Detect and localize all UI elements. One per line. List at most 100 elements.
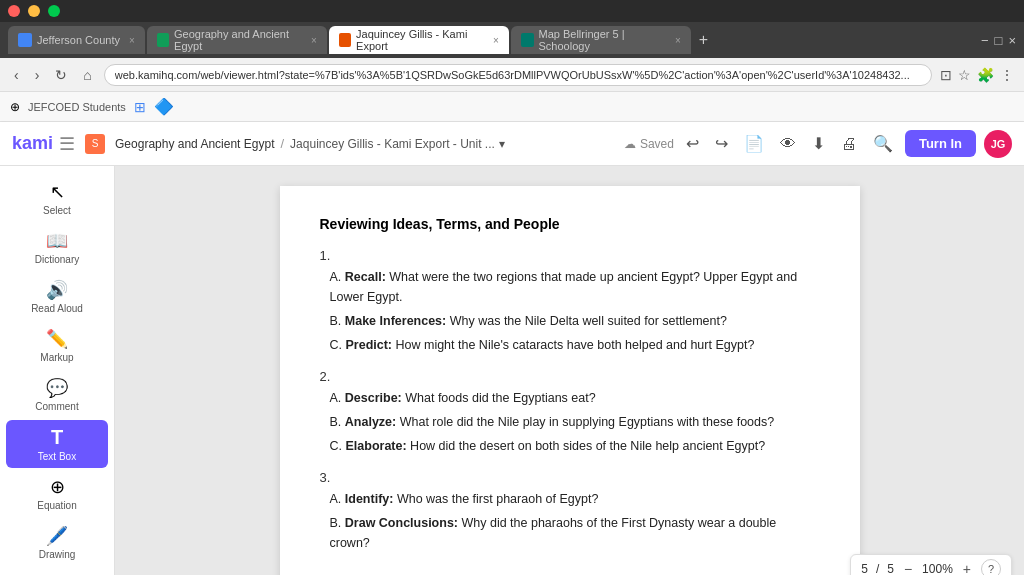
search-icon-btn[interactable]: 🔍 — [869, 130, 897, 157]
kami-logo: kami ☰ — [12, 133, 75, 155]
tab-geography[interactable]: Geography and Ancient Egypt × — [147, 26, 327, 54]
cloud-icon: ☁ — [624, 137, 636, 151]
url-bar[interactable]: web.kamihq.com/web/viewer.html?state=%7B… — [104, 64, 932, 86]
avatar: JG — [984, 130, 1012, 158]
document-icon-btn[interactable]: 📄 — [740, 130, 768, 157]
tab-bar: Jefferson County × Geography and Ancient… — [0, 22, 1024, 58]
jefcoed-label: JEFCOED Students — [28, 101, 126, 113]
select-icon: ↖ — [50, 181, 65, 203]
sidebar-item-drawing-label: Drawing — [39, 549, 76, 560]
sidebar-item-comment[interactable]: 💬 Comment — [6, 371, 108, 418]
tab-close-geography[interactable]: × — [311, 35, 317, 46]
sidebar-item-markup[interactable]: ✏️ Markup — [6, 322, 108, 369]
dictionary-icon: 📖 — [46, 230, 68, 252]
view-icon-btn[interactable]: 👁 — [776, 131, 800, 157]
page-total: 5 — [887, 562, 894, 575]
question-line-1c: C. Predict: How might the Nile's catarac… — [320, 335, 820, 355]
sidebar-item-select-label: Select — [43, 205, 71, 216]
kami-shortcut-icon[interactable]: 🔷 — [154, 97, 174, 116]
sidebar-item-read-aloud-label: Read Aloud — [31, 303, 83, 314]
read-aloud-icon: 🔊 — [46, 279, 68, 301]
download-icon-btn[interactable]: ⬇ — [808, 130, 829, 157]
doc-separator: / — [280, 136, 284, 151]
sidebar-item-equation[interactable]: ⊕ Equation — [6, 470, 108, 517]
question-line-2a: A. Describe: What foods did the Egyptian… — [320, 388, 820, 408]
tab-kami-export[interactable]: Jaquincey Gillis - Kami Export × — [329, 26, 509, 54]
restore-icon[interactable]: □ — [995, 33, 1003, 48]
minimize-button[interactable] — [28, 5, 40, 17]
tab-favicon-geography — [157, 33, 169, 47]
tab-label-geography: Geography and Ancient Egypt — [174, 28, 302, 52]
q3b-prefix: B. — [330, 516, 345, 530]
content-area: Reviewing Ideas, Terms, and People 1. A.… — [115, 166, 1024, 575]
print-icon-btn[interactable]: 🖨 — [837, 131, 861, 157]
q1a-text: What were the two regions that made up a… — [330, 270, 798, 304]
sidebar-item-drawing[interactable]: 🖊️ Drawing — [6, 519, 108, 566]
tab-schoology[interactable]: Map Bellringer 5 | Schoology × — [511, 26, 691, 54]
window-action-icons: − □ × — [981, 33, 1016, 48]
tab-close-schoology[interactable]: × — [675, 35, 681, 46]
q1c-bold: Predict: — [345, 338, 392, 352]
sidebar-toggle-icon[interactable]: ☰ — [59, 133, 75, 155]
close-button[interactable] — [8, 5, 20, 17]
question-line-3b: B. Draw Conclusions: Why did the pharaoh… — [320, 513, 820, 553]
question-line-1b: B. Make Inferences: Why was the Nile Del… — [320, 311, 820, 331]
sidebar-item-dictionary[interactable]: 📖 Dictionary — [6, 224, 108, 271]
back-button[interactable]: ‹ — [10, 65, 23, 85]
page-title: Reviewing Ideas, Terms, and People — [320, 216, 820, 232]
zoom-level: 100% — [922, 562, 953, 575]
extensions-icon[interactable]: 🧩 — [977, 67, 994, 83]
q2b-text: What role did the Nile play in supplying… — [396, 415, 774, 429]
sidebar-item-dictionary-label: Dictionary — [35, 254, 79, 265]
tab-favicon-schoology — [521, 33, 534, 47]
document-page: Reviewing Ideas, Terms, and People 1. A.… — [280, 186, 860, 575]
page-separator: / — [876, 562, 879, 575]
sidebar-item-select[interactable]: ↖ Select — [6, 175, 108, 222]
cast-icon[interactable]: ⊡ — [940, 67, 952, 83]
redo-button[interactable]: ↪ — [711, 130, 732, 157]
minimize-icon[interactable]: − — [981, 33, 989, 48]
bookmark-icon[interactable]: ☆ — [958, 67, 971, 83]
close-window-icon[interactable]: × — [1008, 33, 1016, 48]
question-line-3a: A. Identify: Who was the first pharaoh o… — [320, 489, 820, 509]
forward-button[interactable]: › — [31, 65, 44, 85]
maximize-button[interactable] — [48, 5, 60, 17]
jefcoed-bar: ⊕ JEFCOED Students ⊞ 🔷 — [0, 92, 1024, 122]
new-tab-button[interactable]: + — [693, 29, 714, 51]
markup-icon: ✏️ — [46, 328, 68, 350]
reload-button[interactable]: ↻ — [51, 65, 71, 85]
window-controls-bar — [0, 0, 1024, 22]
kami-logo-text: kami — [12, 133, 53, 154]
url-text: web.kamihq.com/web/viewer.html?state=%7B… — [115, 69, 921, 81]
home-button[interactable]: ⌂ — [79, 65, 95, 85]
question-line-2b: B. Analyze: What role did the Nile play … — [320, 412, 820, 432]
sidebar-item-read-aloud[interactable]: 🔊 Read Aloud — [6, 273, 108, 320]
chevron-down-icon[interactable]: ▾ — [499, 137, 505, 151]
question-line-1a: A. Recall: What were the two regions tha… — [320, 267, 820, 307]
q3a-prefix: A. — [330, 492, 345, 506]
q1b-bold: Make Inferences: — [345, 314, 446, 328]
question-block-1: 1. A. Recall: What were the two regions … — [320, 248, 820, 355]
q3b-bold: Draw Conclusions: — [345, 516, 458, 530]
menu-icon[interactable]: ⋮ — [1000, 67, 1014, 83]
tab-favicon-kami — [339, 33, 351, 47]
help-button[interactable]: ? — [981, 559, 1001, 575]
sidebar-item-text-box[interactable]: T Text Box — [6, 420, 108, 468]
question-line-2c: C. Elaborate: How did the desert on both… — [320, 436, 820, 456]
saved-status: ☁ Saved — [624, 137, 674, 151]
undo-button[interactable]: ↩ — [682, 130, 703, 157]
sidebar-item-equation-label: Equation — [37, 500, 76, 511]
turn-in-button[interactable]: Turn In — [905, 130, 976, 157]
tab-close-jefferson[interactable]: × — [129, 35, 135, 46]
zoom-in-button[interactable]: + — [961, 561, 973, 575]
tab-close-kami[interactable]: × — [493, 35, 499, 46]
apps-icon[interactable]: ⊞ — [134, 99, 146, 115]
q1c-text: How might the Nile's cataracts have both… — [392, 338, 754, 352]
zoom-out-button[interactable]: − — [902, 561, 914, 575]
sidebar-item-shapes[interactable]: ⬡ Shapes — [6, 568, 108, 575]
question-num-1: 1. — [320, 248, 820, 263]
question-num-2: 2. — [320, 369, 820, 384]
doc-info: Geography and Ancient Egypt / Jaquincey … — [115, 136, 614, 151]
tab-jefferson-county[interactable]: Jefferson County × — [8, 26, 145, 54]
tab-label-schoology: Map Bellringer 5 | Schoology — [539, 28, 666, 52]
